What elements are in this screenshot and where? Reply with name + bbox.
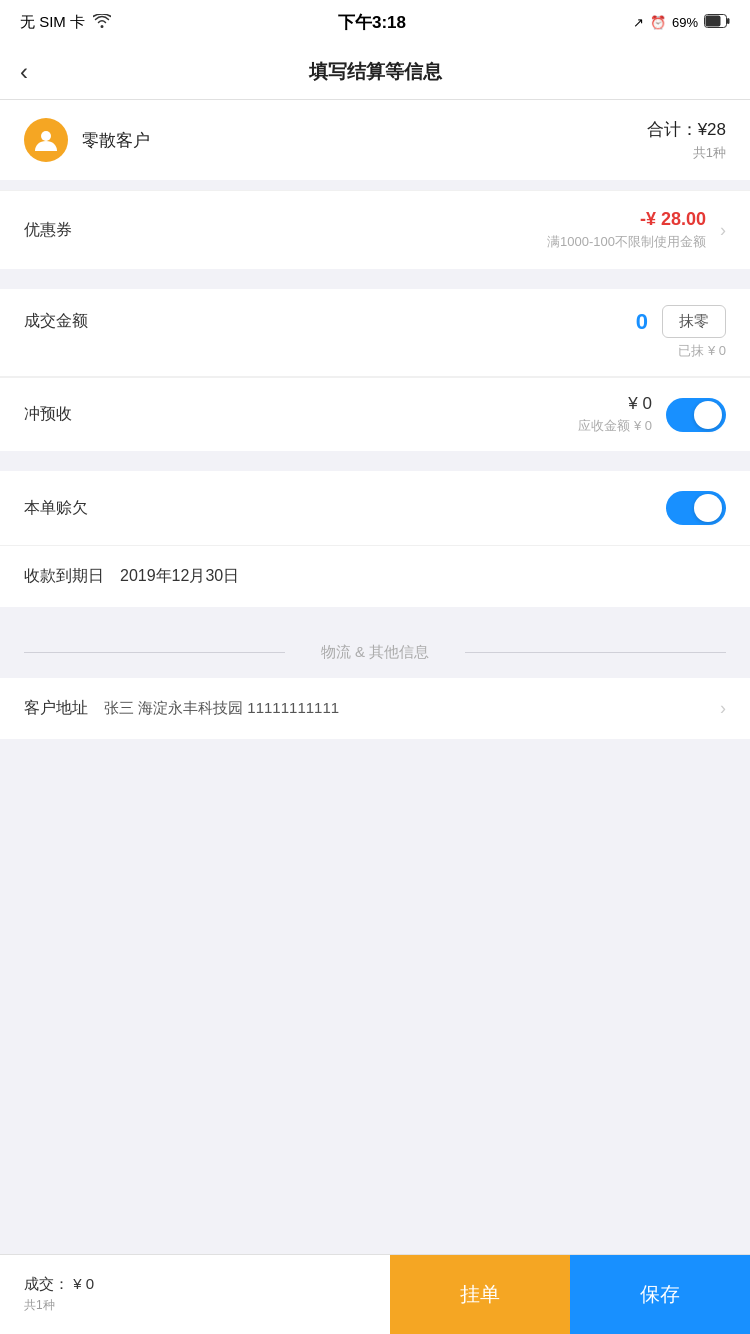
debt-section: 本单赊欠 [0,471,750,545]
transaction-amount-row: 成交金额 0 抹零 [24,305,726,338]
footer-tx-label: 成交： [24,1275,69,1292]
transaction-value[interactable]: 0 [636,309,648,335]
duedate-value[interactable]: 2019年12月30日 [120,566,239,587]
status-time: 下午3:18 [338,11,406,34]
nav-bar: ‹ 填写结算等信息 [0,44,750,100]
wifi-icon [93,14,111,31]
prepayment-amount: ¥ 0 [578,394,652,414]
status-right: ↗ ⏰ 69% [633,14,730,31]
footer-transaction: 成交： ¥ 0 [24,1275,366,1294]
back-button[interactable]: ‹ [20,58,28,86]
prepayment-amount-block: ¥ 0 应收金额 ¥ 0 [578,394,652,435]
coupon-discount: -¥ 28.00 [547,209,706,230]
prepayment-right: ¥ 0 应收金额 ¥ 0 [578,394,726,435]
address-value: 张三 海淀永丰科技园 11111111111 [104,699,720,718]
coupon-row[interactable]: 优惠券 -¥ 28.00 满1000-100不限制使用金额 › [0,190,750,269]
divider-3 [0,617,750,627]
customer-name: 零散客户 [82,129,150,152]
divider-2 [0,461,750,471]
transaction-label: 成交金额 [24,311,88,332]
alarm-icon: ⏰ [650,15,666,30]
address-row[interactable]: 客户地址 张三 海淀永丰科技园 11111111111 › [0,678,750,739]
sep-line-right [465,652,726,653]
customer-row: 零散客户 合计：¥28 共1种 [0,100,750,180]
customer-card: 零散客户 合计：¥28 共1种 [0,100,750,180]
footer-count: 共1种 [24,1297,366,1314]
battery-icon [704,14,730,31]
customer-summary: 合计：¥28 共1种 [647,118,726,162]
coupon-label: 优惠券 [24,220,72,241]
footer-info: 成交： ¥ 0 共1种 [0,1255,390,1334]
customer-count: 共1种 [647,144,726,162]
carrier-text: 无 SIM 卡 [20,13,85,32]
transaction-sub: 已抹 ¥ 0 [24,342,726,360]
prepayment-section: 冲预收 ¥ 0 应收金额 ¥ 0 [0,377,750,451]
coupon-card: 优惠券 -¥ 28.00 满1000-100不限制使用金额 › [0,190,750,269]
svg-rect-1 [705,15,720,26]
customer-left: 零散客户 [24,118,150,162]
status-left: 无 SIM 卡 [20,13,111,32]
transaction-amount-section: 成交金额 0 抹零 已抹 ¥ 0 [0,289,750,377]
footer-tx-value: ¥ 0 [73,1275,94,1292]
address-chevron-icon: › [720,698,726,719]
duedate-section: 收款到期日 2019年12月30日 [0,545,750,607]
prepayment-sub: 应收金额 ¥ 0 [578,417,652,435]
save-button[interactable]: 保存 [570,1255,750,1334]
logistics-separator: 物流 & 其他信息 [0,627,750,678]
coupon-right: -¥ 28.00 满1000-100不限制使用金额 › [547,209,726,251]
prepayment-row: 冲预收 ¥ 0 应收金额 ¥ 0 [24,394,726,435]
divider-1 [0,279,750,289]
footer: 成交： ¥ 0 共1种 挂单 保存 [0,1254,750,1334]
debt-toggle-knob [694,494,722,522]
duedate-label: 收款到期日 [24,566,104,587]
svg-rect-2 [727,18,730,24]
coupon-chevron-icon: › [720,220,726,241]
address-card: 客户地址 张三 海淀永丰科技园 11111111111 › [0,678,750,739]
logistics-sep-text: 物流 & 其他信息 [321,643,429,662]
round-button[interactable]: 抹零 [662,305,726,338]
prepayment-label: 冲预收 [24,404,72,425]
avatar [24,118,68,162]
battery-text: 69% [672,15,698,30]
prepayment-toggle[interactable] [666,398,726,432]
coupon-description: 满1000-100不限制使用金额 [547,233,706,251]
address-label: 客户地址 [24,698,88,719]
pending-button[interactable]: 挂单 [390,1255,570,1334]
customer-total: 合计：¥28 [647,118,726,141]
debt-label: 本单赊欠 [24,498,88,519]
duedate-row: 收款到期日 2019年12月30日 [24,566,726,587]
svg-point-3 [41,131,51,141]
debt-card: 本单赊欠 收款到期日 2019年12月30日 [0,471,750,607]
transaction-right: 0 抹零 [636,305,726,338]
page-title: 填写结算等信息 [309,59,442,85]
sep-line-left [24,652,285,653]
debt-toggle[interactable] [666,491,726,525]
prepayment-toggle-knob [694,401,722,429]
location-icon: ↗ [633,15,644,30]
status-bar: 无 SIM 卡 下午3:18 ↗ ⏰ 69% [0,0,750,44]
transaction-card: 成交金额 0 抹零 已抹 ¥ 0 冲预收 ¥ 0 应收金额 ¥ 0 [0,289,750,451]
